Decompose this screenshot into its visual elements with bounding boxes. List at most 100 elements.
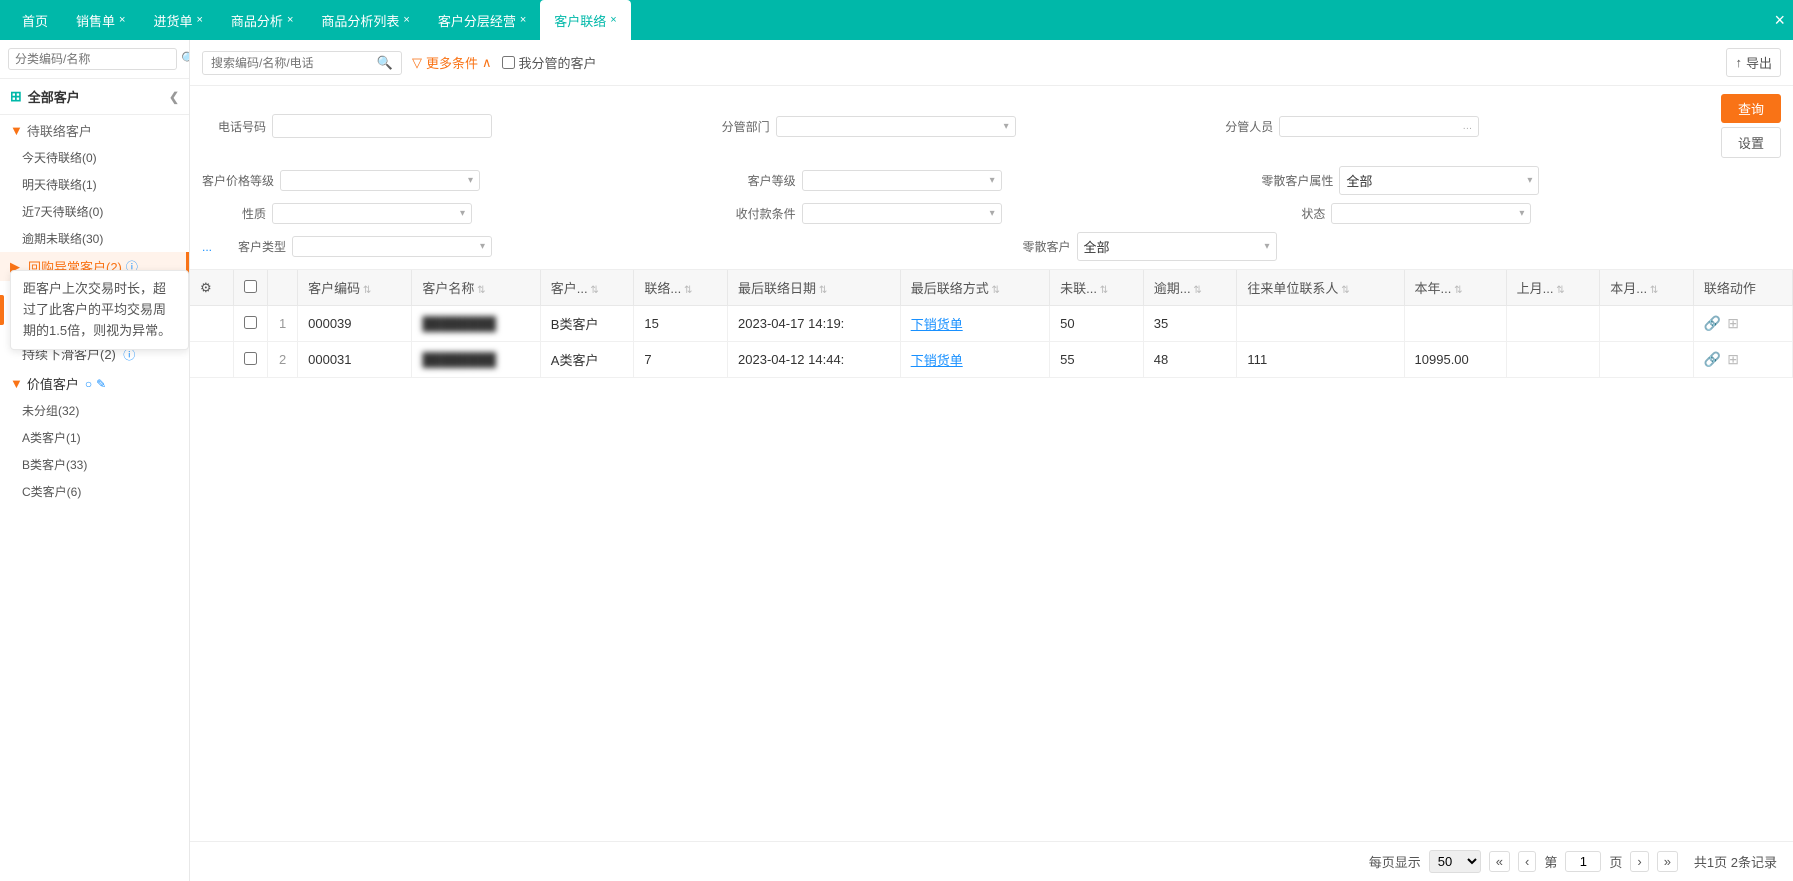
col-checkbox[interactable] [234,270,268,306]
total-label: 共1页 2条记录 [1694,852,1777,871]
nav-customer-contact-close[interactable]: × [610,14,616,26]
per-page-select[interactable]: 50 20 100 [1429,850,1481,873]
retail-select[interactable]: 全部 ▾ [1077,232,1277,261]
sidebar-search-btn[interactable]: 🔍 [181,51,190,67]
sidebar-item-today[interactable]: 今天待联络(0) [0,144,189,171]
row-checkbox[interactable] [244,352,257,365]
sidebar-item-class-a[interactable]: A类客户(1) [0,424,189,451]
col-company-contact[interactable]: 往来单位联系人 [1237,270,1404,306]
action-more-icon[interactable]: ⊞ [1727,315,1739,332]
prev-page-btn[interactable]: ‹ [1518,851,1536,872]
row-last-method[interactable]: 下销货单 [900,342,1049,378]
last-page-btn[interactable]: » [1657,851,1678,872]
payment-select[interactable]: ▾ [802,203,1002,224]
nav-sales[interactable]: 销售单 × [62,0,139,40]
filter-icon: ▽ [412,55,422,71]
col-overdue[interactable]: 逾期... [1143,270,1237,306]
gender-select[interactable]: ▾ [272,203,472,224]
customer-type-select[interactable]: ▾ [292,236,492,257]
col-type[interactable]: 客户... [540,270,634,306]
col-name[interactable]: 客户名称 [412,270,540,306]
sidebar-search-input[interactable] [8,48,177,70]
settings-btn[interactable]: 设置 [1721,127,1781,158]
col-this-year[interactable]: 本年... [1404,270,1506,306]
filter-more-conditions[interactable]: ▽ 更多条件 ∧ [412,53,492,72]
filter-bar: 🔍 ▽ 更多条件 ∧ 我分管的客户 ↑ 导出 [190,40,1793,86]
query-btn[interactable]: 查询 [1721,94,1781,123]
sidebar-item-class-b[interactable]: B类客户(33) [0,451,189,478]
sidebar-item-7days[interactable]: 近7天待联络(0) [0,198,189,225]
export-btn[interactable]: ↑ 导出 [1726,48,1781,77]
col-last-date[interactable]: 最后联络日期 [728,270,901,306]
phone-input[interactable] [272,114,492,138]
row-last-method[interactable]: 下销货单 [900,306,1049,342]
col-code[interactable]: 客户编码 [298,270,412,306]
price-level-select[interactable]: ▾ [280,170,480,191]
chevron-down-icon-8: ▾ [460,208,465,219]
col-contact[interactable]: 联络... [634,270,728,306]
nav-product-analysis[interactable]: 商品分析 × [217,0,307,40]
nav-product-analysis-close[interactable]: × [287,14,293,26]
col-settings[interactable]: ⚙ [190,270,234,306]
col-last-month[interactable]: 上月... [1506,270,1600,306]
filter-search-icon[interactable]: 🔍 [377,55,393,71]
row-uncontact: 55 [1050,342,1144,378]
sidebar-collapse-btn[interactable]: ❮ [169,90,179,104]
data-table: ⚙ 客户编码 客户名称 客户... 联络... 最后联络日期 最后联络方式 未联… [190,270,1793,378]
table-settings-icon[interactable]: ⚙ [200,280,212,295]
nav-product-list-close[interactable]: × [403,14,409,26]
page-input[interactable] [1565,851,1601,872]
sidebar-group-pending-title[interactable]: ▼ 待联络客户 [0,115,189,144]
col-this-month[interactable]: 本月... [1600,270,1694,306]
sidebar-all-customers[interactable]: ⊞ 全部客户 ❮ [0,79,189,115]
chevron-down-icon-11: ▾ [480,241,485,252]
nav-sales-close[interactable]: × [119,14,125,26]
row-checkbox[interactable] [244,316,257,329]
filter-row-2: 客户价格等级 ▾ 客户等级 ▾ 零散客户属性 全部 [202,166,1781,195]
sidebar-item-class-c[interactable]: C类客户(6) [0,478,189,505]
row-this-month [1600,306,1694,342]
my-customers-filter[interactable]: 我分管的客户 [502,53,597,72]
sidebar-group-value-title[interactable]: ▼ 价值客户 ○ ✎ [0,368,189,397]
first-page-btn[interactable]: « [1489,851,1510,872]
action-more-icon[interactable]: ⊞ [1727,351,1739,368]
filter-search-input[interactable] [211,56,377,70]
sidebar-search-area: 🔍 [0,40,189,79]
row-last-date: 2023-04-12 14:44: [728,342,901,378]
sidebar-item-ungroup[interactable]: 未分组(32) [0,397,189,424]
col-num [268,270,298,306]
status-select[interactable]: ▾ [1331,203,1531,224]
nav-home[interactable]: 首页 [8,0,62,40]
chevron-down-icon-4: … [1462,121,1472,132]
my-customers-checkbox[interactable] [502,56,515,69]
row-this-year [1404,306,1506,342]
action-link-icon[interactable]: 🔗 [1704,351,1721,368]
nav-purchase-close[interactable]: × [196,14,202,26]
filter-row-3: 性质 ▾ 收付款条件 ▾ 状态 [202,203,1781,224]
action-link-icon[interactable]: 🔗 [1704,315,1721,332]
nav-purchase[interactable]: 进货单 × [139,0,216,40]
col-last-method[interactable]: 最后联络方式 [900,270,1049,306]
row-checkbox-cell[interactable] [234,306,268,342]
select-all-checkbox[interactable] [244,280,257,293]
row-type: A类客户 [540,342,634,378]
row-checkbox-cell[interactable] [234,342,268,378]
nav-customer-tier[interactable]: 客户分层经营 × [424,0,540,40]
sidebar-item-overdue[interactable]: 逾期未联络(30) [0,225,189,252]
nav-product-list[interactable]: 商品分析列表 × [307,0,423,40]
more-btn[interactable]: ... [202,240,212,254]
retail-attr-select[interactable]: 全部 ▾ [1339,166,1539,195]
sidebar-item-tomorrow[interactable]: 明天待联络(1) [0,171,189,198]
department-select[interactable]: ▾ [776,116,1016,137]
edit-icon[interactable]: ✎ [96,377,106,391]
next-page-btn[interactable]: › [1630,851,1648,872]
row-name: ████████ [412,342,540,378]
col-uncontact[interactable]: 未联... [1050,270,1144,306]
manager-select[interactable]: … [1279,116,1479,137]
nav-customer-tier-close[interactable]: × [520,14,526,26]
nav-customer-contact[interactable]: 客户联络 × [540,0,630,40]
row-overdue: 35 [1143,306,1237,342]
window-close-btn[interactable]: × [1774,10,1785,31]
customer-level-select[interactable]: ▾ [802,170,1002,191]
row-this-year: 10995.00 [1404,342,1506,378]
